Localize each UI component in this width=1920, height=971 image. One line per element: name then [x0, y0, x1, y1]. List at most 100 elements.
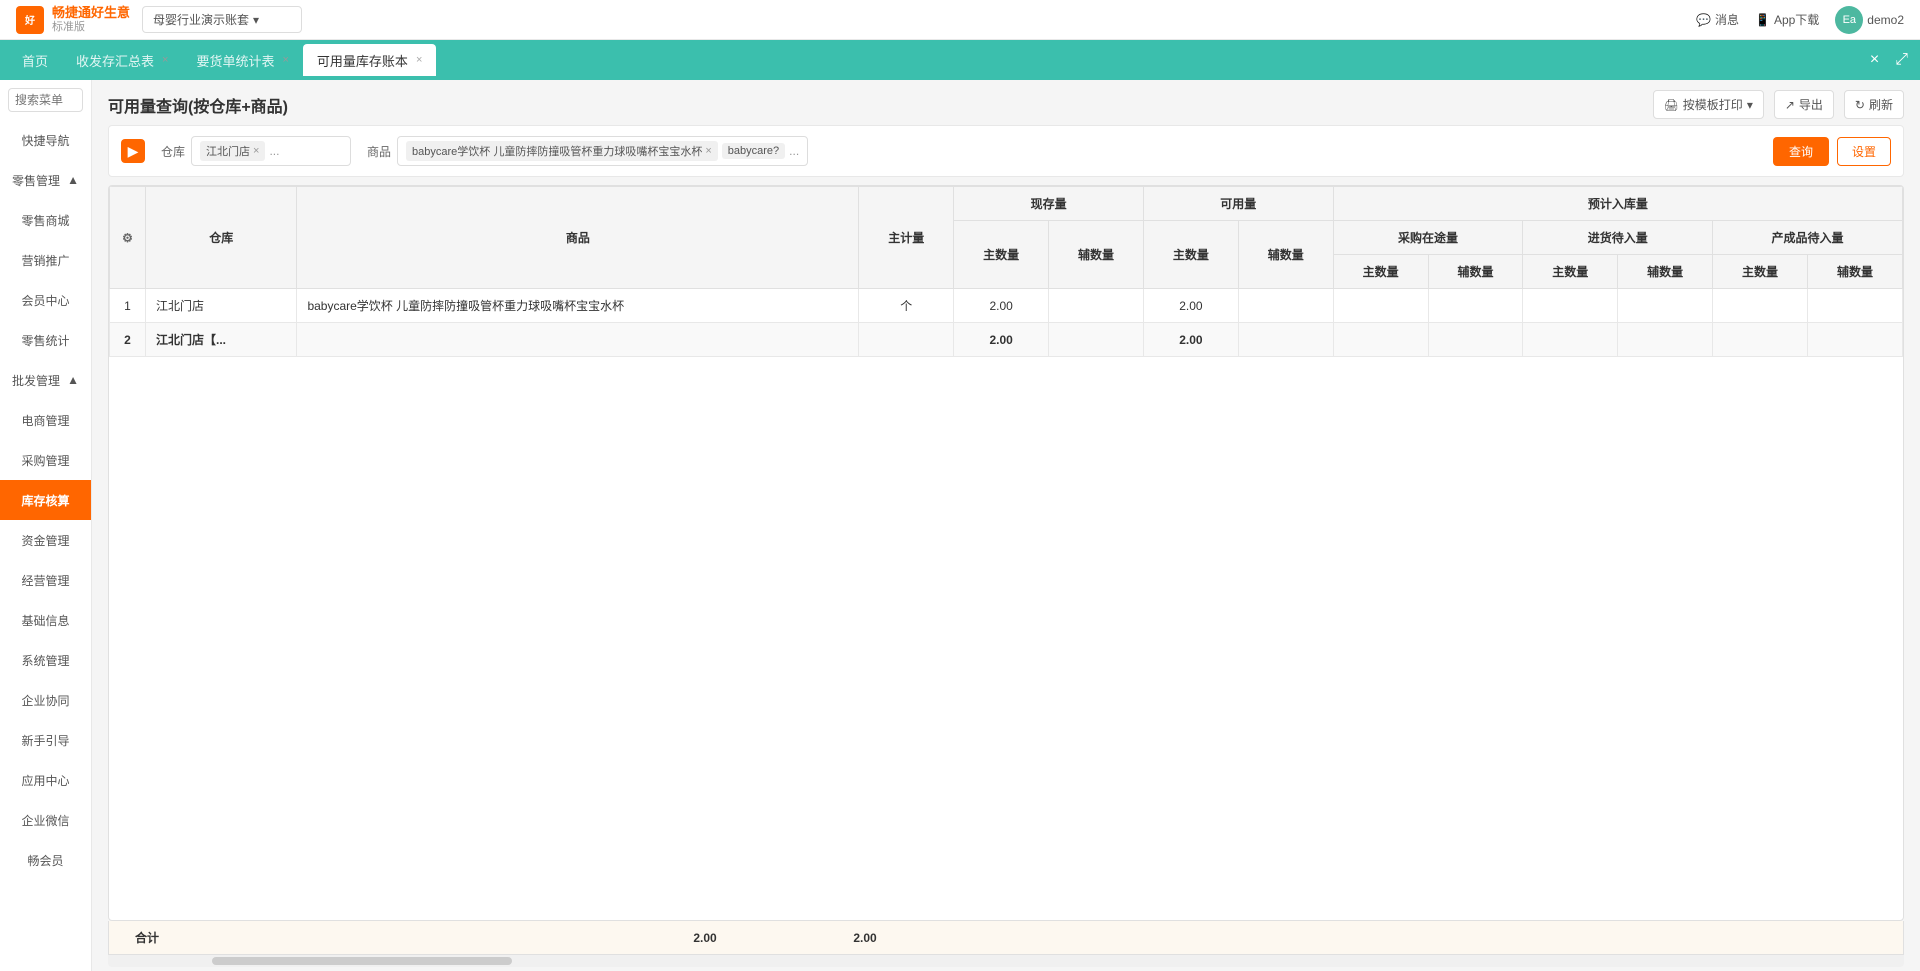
sidebar-item-shortcut[interactable]: 快捷导航: [0, 120, 91, 160]
tab-receivable[interactable]: 收发存汇总表 ×: [62, 44, 182, 76]
tab-bar-actions: × ⤢: [1866, 47, 1912, 73]
row2-current-main: 2.00: [954, 323, 1049, 357]
row1-incoming-main: [1523, 289, 1618, 323]
top-bar: 好 畅捷通好生意 标准版 母婴行业演示账套 ▾ 💬 消息 📱 App下载 Ea …: [0, 0, 1920, 40]
page-title: 可用量查询(按仓库+商品): [108, 93, 288, 117]
query-button[interactable]: 查询: [1773, 137, 1829, 166]
warehouse-tag-remove[interactable]: ×: [253, 145, 259, 157]
col-warehouse-header: 仓库: [146, 187, 297, 289]
filter-toggle-button[interactable]: ▶: [121, 139, 145, 163]
row2-available-main: 2.00: [1143, 323, 1238, 357]
row1-incoming-aux: [1618, 289, 1713, 323]
chevron-down-icon: ▾: [253, 13, 259, 27]
tab-close-order-stats[interactable]: ×: [282, 54, 288, 66]
footer-current-main: 2.00: [665, 931, 745, 945]
app-download-button[interactable]: 📱 App下载: [1755, 11, 1819, 28]
row1-available-aux: [1238, 289, 1333, 323]
row1-index: 1: [110, 289, 146, 323]
sidebar-item-ecommerce[interactable]: 电商管理: [0, 400, 91, 440]
scrollbar-thumb[interactable]: [212, 957, 512, 965]
tab-close-all[interactable]: ×: [1866, 47, 1883, 73]
tab-home[interactable]: 首页: [8, 44, 62, 76]
product-tag-container[interactable]: babycare学饮杯 儿童防摔防撞吸管杯重力球吸嘴杯宝宝水杯 × babyca…: [397, 136, 808, 166]
sidebar-item-wechat[interactable]: 企业微信: [0, 800, 91, 840]
product-tag2: babycare?: [722, 143, 785, 159]
sidebar-search-area: [0, 80, 91, 120]
warehouse-tag: 江北门店 ×: [200, 141, 265, 161]
column-settings-icon[interactable]: ⚙: [122, 231, 133, 245]
sidebar-item-marketing[interactable]: 营销推广: [0, 240, 91, 280]
sidebar-item-basics[interactable]: 基础信息: [0, 600, 91, 640]
print-button[interactable]: 🖨 按模板打印 ▾: [1653, 90, 1764, 119]
user-profile[interactable]: Ea demo2: [1835, 6, 1904, 34]
warehouse-label: 仓库: [161, 143, 185, 160]
tab-close-receivable[interactable]: ×: [162, 54, 168, 66]
sidebar-item-retail-stats[interactable]: 零售统计: [0, 320, 91, 360]
col-main-unit-header: 主计量: [859, 187, 954, 289]
tab-expand[interactable]: ⤢: [1891, 47, 1912, 73]
product-tag1-remove[interactable]: ×: [705, 145, 711, 157]
message-button[interactable]: 💬 消息: [1696, 11, 1739, 28]
sidebar-item-system[interactable]: 系统管理: [0, 640, 91, 680]
sidebar: 快捷导航 零售管理 ▲ 零售商城 营销推广 会员中心 零售统计 批发管理 ▲ 电…: [0, 80, 92, 971]
top-bar-right: 💬 消息 📱 App下载 Ea demo2: [1696, 6, 1904, 34]
row1-warehouse: 江北门店: [146, 289, 297, 323]
sidebar-item-finance[interactable]: 资金管理: [0, 520, 91, 560]
col-purchase-transit-header: 采购在途量: [1333, 221, 1523, 255]
sidebar-item-newbie[interactable]: 新手引导: [0, 720, 91, 760]
row2-current-aux: [1049, 323, 1144, 357]
warehouse-tag-container[interactable]: 江北门店 × ...: [191, 136, 351, 166]
sidebar-item-app-center[interactable]: 应用中心: [0, 760, 91, 800]
sidebar-item-operations[interactable]: 经营管理: [0, 560, 91, 600]
footer-current-aux: [745, 931, 825, 945]
col-production-pending-header: 产成品待入量: [1713, 221, 1903, 255]
row1-purchase-aux: [1428, 289, 1523, 323]
col-purchase-main-header: 主数量: [1333, 255, 1428, 289]
row2-index: 2: [110, 323, 146, 357]
row2-purchase-aux: [1428, 323, 1523, 357]
row2-warehouse: 江北门店【...: [146, 323, 297, 357]
sidebar-item-purchase[interactable]: 采购管理: [0, 440, 91, 480]
top-bar-left: 好 畅捷通好生意 标准版 母婴行业演示账套 ▾: [16, 5, 302, 34]
warehouse-filter: 仓库 江北门店 × ...: [161, 136, 351, 166]
table-container: ⚙ 仓库 商品 主计量 现存量 可用量 预计入库量 主数量 辅数量 主数量 辅数…: [108, 185, 1904, 921]
download-icon: 📱: [1755, 13, 1770, 27]
scrollbar-area[interactable]: [108, 955, 1904, 967]
col-product-header: 商品: [297, 187, 859, 289]
row2-available-aux: [1238, 323, 1333, 357]
main-layout: 快捷导航 零售管理 ▲ 零售商城 营销推广 会员中心 零售统计 批发管理 ▲ 电…: [0, 80, 1920, 971]
industry-selector[interactable]: 母婴行业演示账套 ▾: [142, 6, 302, 33]
col-incoming-main-header: 主数量: [1523, 255, 1618, 289]
sidebar-item-retail-mall[interactable]: 零售商城: [0, 200, 91, 240]
row1-product: babycare学饮杯 儿童防摔防撞吸管杯重力球吸嘴杯宝宝水杯: [297, 289, 859, 323]
row2-incoming-main: [1523, 323, 1618, 357]
logo-text: 畅捷通好生意 标准版: [52, 5, 130, 34]
sidebar-item-member[interactable]: 会员中心: [0, 280, 91, 320]
row2-production-aux: [1807, 323, 1902, 357]
tab-available-inventory[interactable]: 可用量库存账本 ×: [303, 44, 436, 76]
refresh-icon: ↻: [1855, 98, 1865, 112]
sidebar-item-inventory[interactable]: 库存核算: [0, 480, 91, 520]
settings-button[interactable]: 设置: [1837, 137, 1891, 166]
tab-order-stats[interactable]: 要货单统计表 ×: [182, 44, 302, 76]
print-icon: 🖨: [1664, 98, 1679, 112]
sidebar-item-wholesale-mgmt[interactable]: 批发管理 ▲: [0, 360, 91, 400]
search-input[interactable]: [8, 88, 83, 112]
footer-available-main: 2.00: [825, 931, 905, 945]
col-incoming-pending-header: 进货待入量: [1523, 221, 1713, 255]
export-button[interactable]: ↗ 导出: [1774, 90, 1834, 119]
col-production-aux-header: 辅数量: [1807, 255, 1902, 289]
footer-available-aux: [905, 931, 985, 945]
sidebar-item-retail-mgmt[interactable]: 零售管理 ▲: [0, 160, 91, 200]
product-ellipsis[interactable]: ...: [789, 144, 799, 158]
row2-main-unit: [859, 323, 954, 357]
footer-values: 2.00 2.00: [245, 931, 1887, 945]
sidebar-item-vip[interactable]: 畅会员: [0, 840, 91, 880]
sidebar-item-enterprise[interactable]: 企业协同: [0, 680, 91, 720]
col-current-aux-header: 辅数量: [1049, 221, 1144, 289]
col-settings-header: ⚙: [110, 187, 146, 289]
row1-production-main: [1713, 289, 1808, 323]
tab-close-available-inventory[interactable]: ×: [416, 54, 422, 66]
warehouse-ellipsis[interactable]: ...: [269, 144, 279, 158]
refresh-button[interactable]: ↻ 刷新: [1844, 90, 1904, 119]
